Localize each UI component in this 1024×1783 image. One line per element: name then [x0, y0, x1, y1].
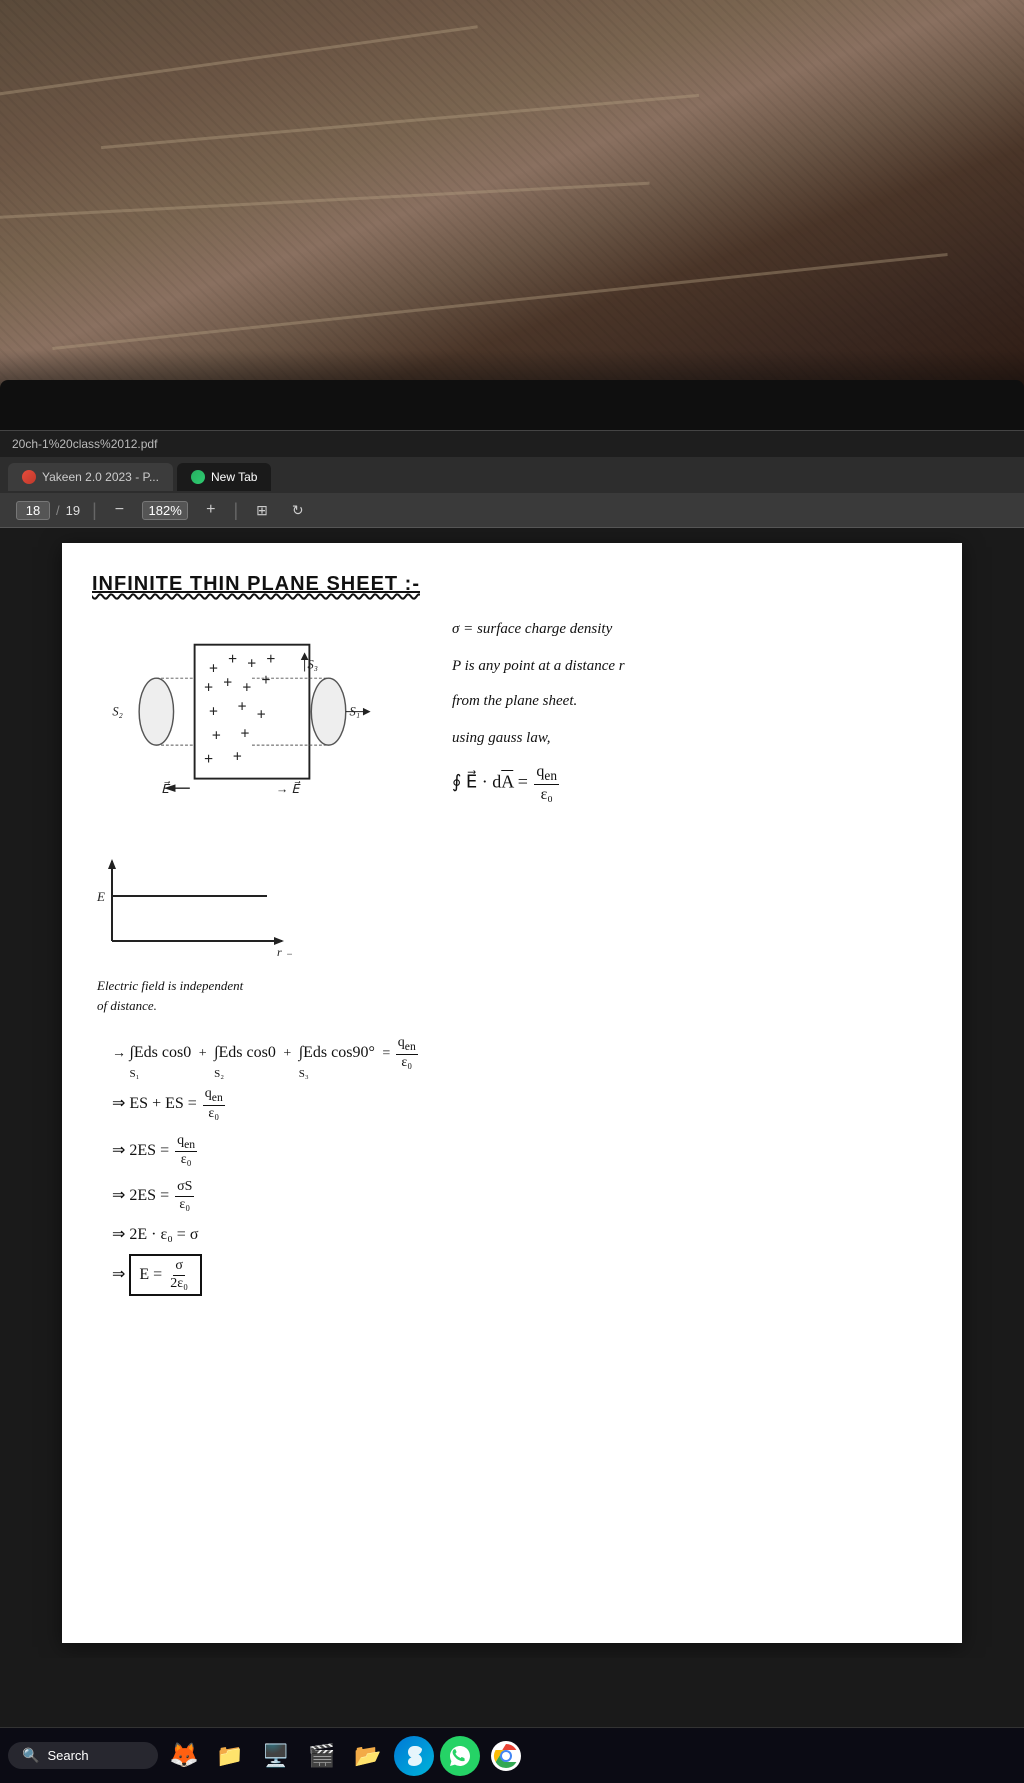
math-notes: σ = surface charge density P is any poin…: [452, 616, 922, 1015]
taskbar-animal-icon[interactable]: 🦊: [164, 1736, 204, 1776]
taskbar-edge-icon[interactable]: [394, 1736, 434, 1776]
new-tab-favicon: [191, 470, 205, 484]
svg-text:+: +: [212, 727, 221, 744]
svg-text:r →: r →: [277, 945, 292, 959]
total-pages: 19: [66, 503, 80, 518]
rotate-button[interactable]: ↻: [286, 500, 310, 521]
taskbar-chrome-icon[interactable]: [486, 1736, 526, 1776]
zoom-input[interactable]: [142, 501, 188, 520]
graph-caption: Electric field is independentof distance…: [92, 976, 432, 1015]
svg-text:+: +: [238, 699, 247, 716]
svg-text:E: E: [96, 889, 105, 904]
toolbar-divider-1: |: [92, 500, 97, 521]
fit-page-button[interactable]: ⊞: [250, 500, 274, 521]
svg-text:+: +: [204, 680, 213, 697]
tab-yakeen[interactable]: Yakeen 2.0 2023 - P...: [8, 463, 173, 491]
svg-text:+: +: [223, 675, 232, 692]
svg-text:+: +: [241, 725, 250, 742]
svg-text:+: +: [262, 672, 271, 689]
taskbar-folder-icon[interactable]: 📂: [348, 1736, 388, 1776]
svg-text:+: +: [233, 748, 242, 765]
eq-integral: → ∫Eds cos0 S₁ + ∫Eds cos0 S₂ + ∫Eds cos…: [112, 1035, 922, 1072]
top-background: [0, 0, 1024, 430]
tab-new-tab[interactable]: New Tab: [177, 463, 271, 491]
zoom-out-button[interactable]: −: [109, 499, 130, 521]
taskbar: 🔍 Search 🦊 📁 🖥️ 🎬 📂: [0, 1727, 1024, 1783]
svg-text:+: +: [242, 680, 251, 697]
taskbar-screen-icon[interactable]: 🖥️: [256, 1736, 296, 1776]
zoom-control: [142, 501, 188, 520]
zoom-in-button[interactable]: +: [200, 499, 221, 521]
full-equations: → ∫Eds cos0 S₁ + ∫Eds cos0 S₂ + ∫Eds cos…: [92, 1035, 922, 1296]
toolbar-divider-2: |: [233, 500, 238, 521]
page-separator: /: [56, 503, 60, 518]
page-info: / 19: [16, 501, 80, 520]
title-bar: 20ch-1%20class%2012.pdf: [0, 431, 1024, 457]
svg-text:+: +: [228, 651, 237, 668]
svg-text:+: +: [266, 651, 275, 668]
eq-2e-eps: ⇒ 2E · ε₀ = σ: [112, 1224, 922, 1244]
svg-text:+: +: [257, 706, 266, 723]
taskbar-files-icon[interactable]: 📁: [210, 1736, 250, 1776]
eq-es-plus-es: ⇒ ES + ES = qen ε₀: [112, 1086, 922, 1123]
svg-text:→ E⃗: → E⃗: [276, 781, 302, 796]
svg-text:+: +: [247, 656, 256, 673]
svg-text:+: +: [209, 660, 218, 677]
current-page-input[interactable]: [16, 501, 50, 520]
yakeen-favicon: [22, 470, 36, 484]
svg-text:S₃: S₃: [307, 658, 318, 672]
page-title: INFINITE THIN PLANE SHEET :-: [92, 573, 922, 596]
pdf-page: INFINITE THIN PLANE SHEET :- + + + + + +…: [62, 543, 962, 1643]
taskbar-search[interactable]: 🔍 Search: [8, 1742, 158, 1769]
ef-graph: E r →: [92, 851, 292, 971]
svg-text:+: +: [209, 703, 218, 720]
browser-chrome: 20ch-1%20class%2012.pdf Yakeen 2.0 2023 …: [0, 430, 1024, 528]
gauss-equation: ∮ E⃗ · dA = qen ε₀: [452, 762, 922, 804]
pdf-content-area: INFINITE THIN PLANE SHEET :- + + + + + +…: [0, 528, 1024, 1658]
eq-2es-qen: ⇒ 2ES = qen ε₀: [112, 1133, 922, 1170]
taskbar-whatsapp-icon[interactable]: [440, 1736, 480, 1776]
tab-bar: Yakeen 2.0 2023 - P... New Tab: [0, 457, 1024, 493]
graph-area: E r → Electric field is independentof di…: [92, 851, 432, 1015]
tab-new-tab-label: New Tab: [211, 470, 257, 484]
tab-yakeen-label: Yakeen 2.0 2023 - P...: [42, 470, 159, 484]
note-plane: from the plane sheet.: [452, 688, 922, 715]
search-label: Search: [47, 1748, 88, 1763]
svg-text:+: +: [204, 751, 213, 768]
note-sigma: σ = surface charge density: [452, 616, 922, 643]
pdf-toolbar: / 19 | − + | ⊞ ↻: [0, 493, 1024, 528]
search-icon: 🔍: [22, 1747, 39, 1764]
svg-text:S₂: S₂: [112, 704, 123, 718]
diagram-container: + + + + + + + + + + + + + + +: [92, 616, 432, 1015]
pdf-title: 20ch-1%20class%2012.pdf: [12, 437, 157, 451]
note-gauss: using gauss law,: [452, 725, 922, 752]
taskbar-media-icon[interactable]: 🎬: [302, 1736, 342, 1776]
note-point: P is any point at a distance r: [452, 653, 922, 680]
infinite-sheet-diagram: + + + + + + + + + + + + + + +: [92, 616, 412, 836]
eq-2es-sigma: ⇒ 2ES = σS ε₀: [112, 1179, 922, 1214]
content-section: + + + + + + + + + + + + + + +: [92, 616, 922, 1015]
eq-final: ⇒ E = σ 2ε₀: [112, 1254, 922, 1297]
